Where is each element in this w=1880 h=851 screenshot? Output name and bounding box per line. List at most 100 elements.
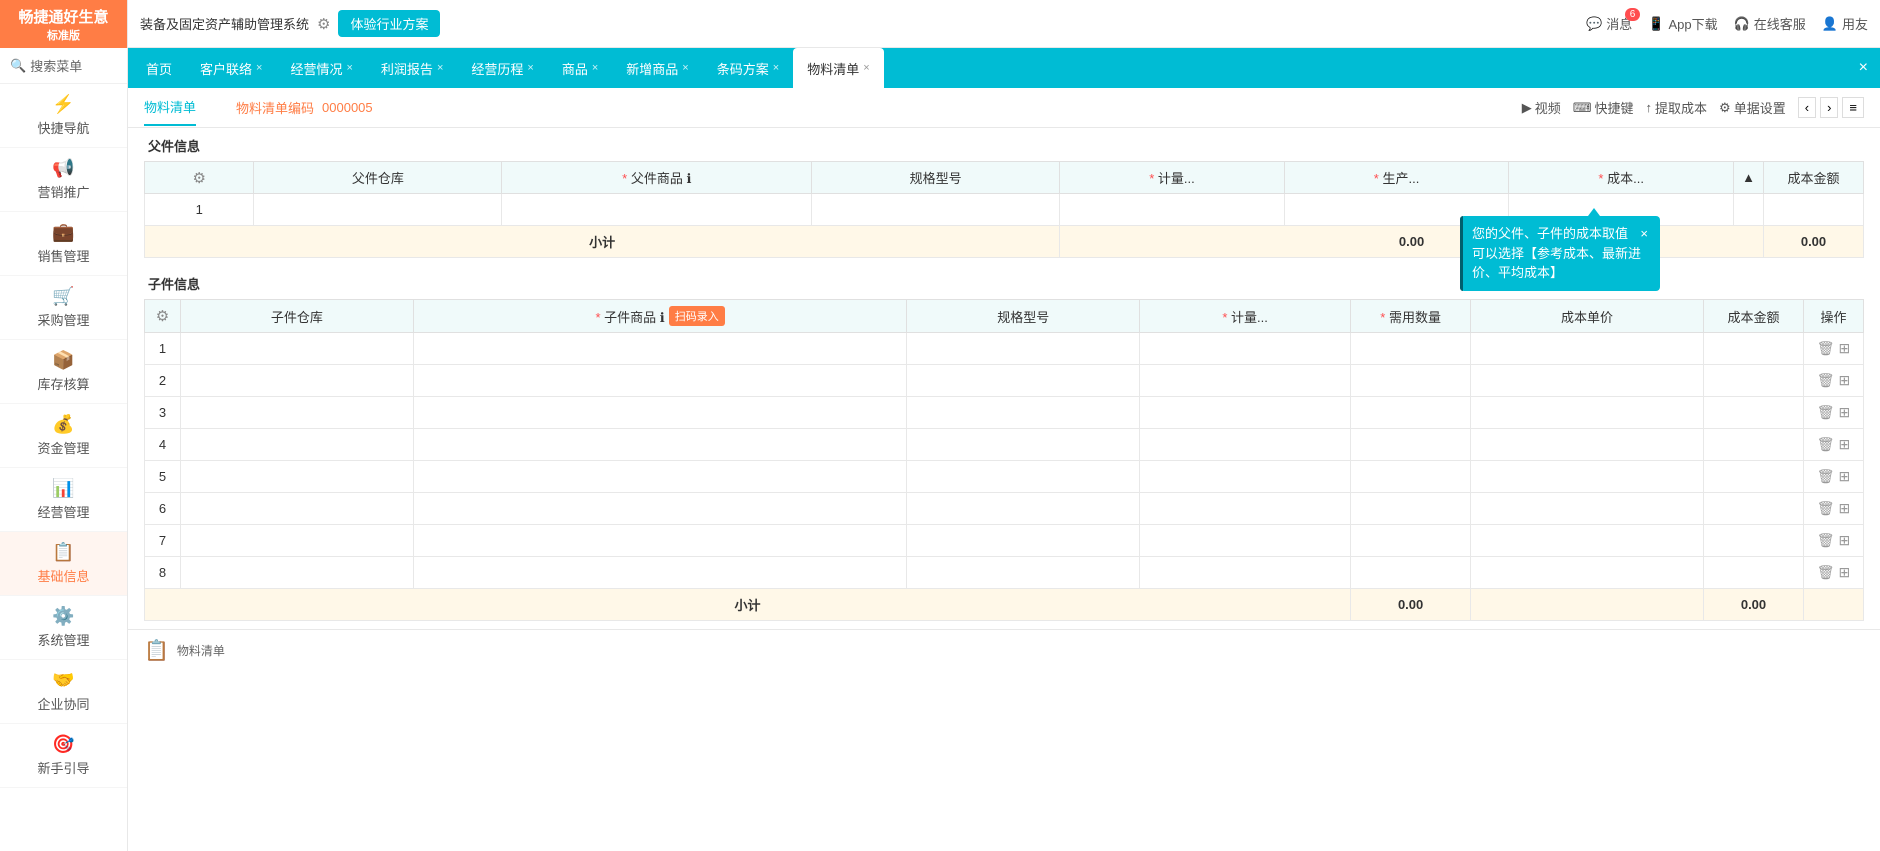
delete-row-6[interactable]: 🗑 [1817,500,1835,517]
child-cell-qty-1[interactable] [1351,333,1471,365]
child-cell-product-3[interactable] [413,397,906,429]
child-cell-warehouse-5[interactable] [181,461,414,493]
close-all-tabs[interactable]: × [1851,59,1876,77]
child-cell-qty-8[interactable] [1351,557,1471,589]
child-cell-unit-cost-1[interactable] [1471,333,1704,365]
child-cell-unit-4[interactable] [1140,429,1351,461]
sidebar-item-system[interactable]: ⚙️ 系统管理 [0,596,127,660]
copy-row-3[interactable]: ⊞ [1839,404,1851,421]
tooltip-close-btn[interactable]: × [1640,224,1648,244]
child-cell-spec-8[interactable] [907,557,1140,589]
scan-input-btn[interactable]: 扫码录入 [669,306,725,326]
tab-new-product-close[interactable]: × [682,62,688,74]
copy-row-5[interactable]: ⊞ [1839,468,1851,485]
child-cell-spec-3[interactable] [907,397,1140,429]
child-cell-warehouse-3[interactable] [181,397,414,429]
tab-barcode-close[interactable]: × [773,62,779,74]
child-cell-qty-6[interactable] [1351,493,1471,525]
child-cell-product-5[interactable] [413,461,906,493]
tab-barcode[interactable]: 条码方案 × [703,48,793,88]
sidebar-item-basic[interactable]: 📋 基础信息 [0,532,127,596]
system-settings-btn[interactable]: ⚙ [317,15,330,33]
subtab-bom[interactable]: 物料清单 [144,89,196,126]
action-shortcut[interactable]: ⌨ 快捷键 [1573,98,1634,117]
sidebar-item-sales[interactable]: 💼 销售管理 [0,212,127,276]
list-view-btn[interactable]: ≡ [1842,97,1864,118]
sidebar-item-search[interactable]: 🔍 搜索菜单 [0,48,127,84]
child-cell-product-2[interactable] [413,365,906,397]
app-download-btn[interactable]: 📱 App下载 [1648,14,1717,33]
parent-cell-product-1[interactable] [502,194,812,226]
child-cell-spec-5[interactable] [907,461,1140,493]
child-cell-qty-4[interactable] [1351,429,1471,461]
tab-history[interactable]: 经营历程 × [457,48,547,88]
child-cell-warehouse-1[interactable] [181,333,414,365]
child-cell-unit-8[interactable] [1140,557,1351,589]
tab-profit[interactable]: 利润报告 × [367,48,457,88]
child-cell-unit-2[interactable] [1140,365,1351,397]
delete-row-7[interactable]: 🗑 [1817,532,1835,549]
child-cell-spec-1[interactable] [907,333,1140,365]
user-menu-btn[interactable]: 👤 用友 [1822,14,1868,33]
child-cell-unit-7[interactable] [1140,525,1351,557]
action-extract-cost[interactable]: ↑ 提取成本 [1646,98,1708,117]
child-cell-unit-cost-7[interactable] [1471,525,1704,557]
parent-settings-btn[interactable]: ⚙ [192,169,205,187]
tab-bom[interactable]: 物料清单 × [793,48,883,88]
copy-row-4[interactable]: ⊞ [1839,436,1851,453]
action-doc-settings[interactable]: ⚙ 单据设置 [1719,98,1786,117]
child-cell-unit-cost-8[interactable] [1471,557,1704,589]
delete-row-5[interactable]: 🗑 [1817,468,1835,485]
parent-cell-unit-1[interactable] [1060,194,1285,226]
delete-row-2[interactable]: 🗑 [1817,372,1835,389]
sidebar-item-collab[interactable]: 🤝 企业协同 [0,660,127,724]
child-cell-unit-cost-2[interactable] [1471,365,1704,397]
child-cell-product-7[interactable] [413,525,906,557]
copy-row-1[interactable]: ⊞ [1839,340,1851,357]
child-cell-spec-4[interactable] [907,429,1140,461]
child-cell-spec-6[interactable] [907,493,1140,525]
sidebar-item-purchase[interactable]: 🛒 采购管理 [0,276,127,340]
child-cell-qty-5[interactable] [1351,461,1471,493]
tab-product-close[interactable]: × [592,62,598,74]
tab-bom-close[interactable]: × [863,62,869,74]
child-cell-unit-cost-3[interactable] [1471,397,1704,429]
child-cell-unit-5[interactable] [1140,461,1351,493]
copy-row-8[interactable]: ⊞ [1839,564,1851,581]
child-cell-unit-3[interactable] [1140,397,1351,429]
message-btn[interactable]: 💬 消息 6 [1586,14,1632,33]
delete-row-8[interactable]: 🗑 [1817,564,1835,581]
child-cell-unit-1[interactable] [1140,333,1351,365]
tab-customer[interactable]: 客户联络 × [186,48,276,88]
child-cell-warehouse-8[interactable] [181,557,414,589]
child-cell-spec-7[interactable] [907,525,1140,557]
copy-row-2[interactable]: ⊞ [1839,372,1851,389]
child-cell-unit-cost-4[interactable] [1471,429,1704,461]
tab-operation[interactable]: 经营情况 × [276,48,366,88]
sidebar-item-business[interactable]: 📊 经营管理 [0,468,127,532]
copy-row-7[interactable]: ⊞ [1839,532,1851,549]
delete-row-4[interactable]: 🗑 [1817,436,1835,453]
tab-home[interactable]: 首页 [132,48,186,88]
child-cell-warehouse-7[interactable] [181,525,414,557]
child-cell-product-1[interactable] [413,333,906,365]
child-cell-warehouse-6[interactable] [181,493,414,525]
child-cell-product-6[interactable] [413,493,906,525]
action-video[interactable]: ▶ 视频 [1522,98,1561,117]
tab-new-product[interactable]: 新增商品 × [612,48,702,88]
child-cell-spec-2[interactable] [907,365,1140,397]
tab-profit-close[interactable]: × [437,62,443,74]
parent-cell-warehouse-1[interactable] [254,194,502,226]
delete-row-3[interactable]: 🗑 [1817,404,1835,421]
child-cell-unit-cost-6[interactable] [1471,493,1704,525]
sidebar-item-marketing[interactable]: 📢 营销推广 [0,148,127,212]
tab-operation-close[interactable]: × [346,62,352,74]
online-service-btn[interactable]: 🎧 在线客服 [1734,14,1806,33]
child-cell-warehouse-2[interactable] [181,365,414,397]
tab-customer-close[interactable]: × [256,62,262,74]
child-cell-qty-3[interactable] [1351,397,1471,429]
tab-history-close[interactable]: × [527,62,533,74]
sidebar-item-guide[interactable]: 🎯 新手引导 [0,724,127,788]
child-cell-unit-cost-5[interactable] [1471,461,1704,493]
sidebar-item-finance[interactable]: 💰 资金管理 [0,404,127,468]
